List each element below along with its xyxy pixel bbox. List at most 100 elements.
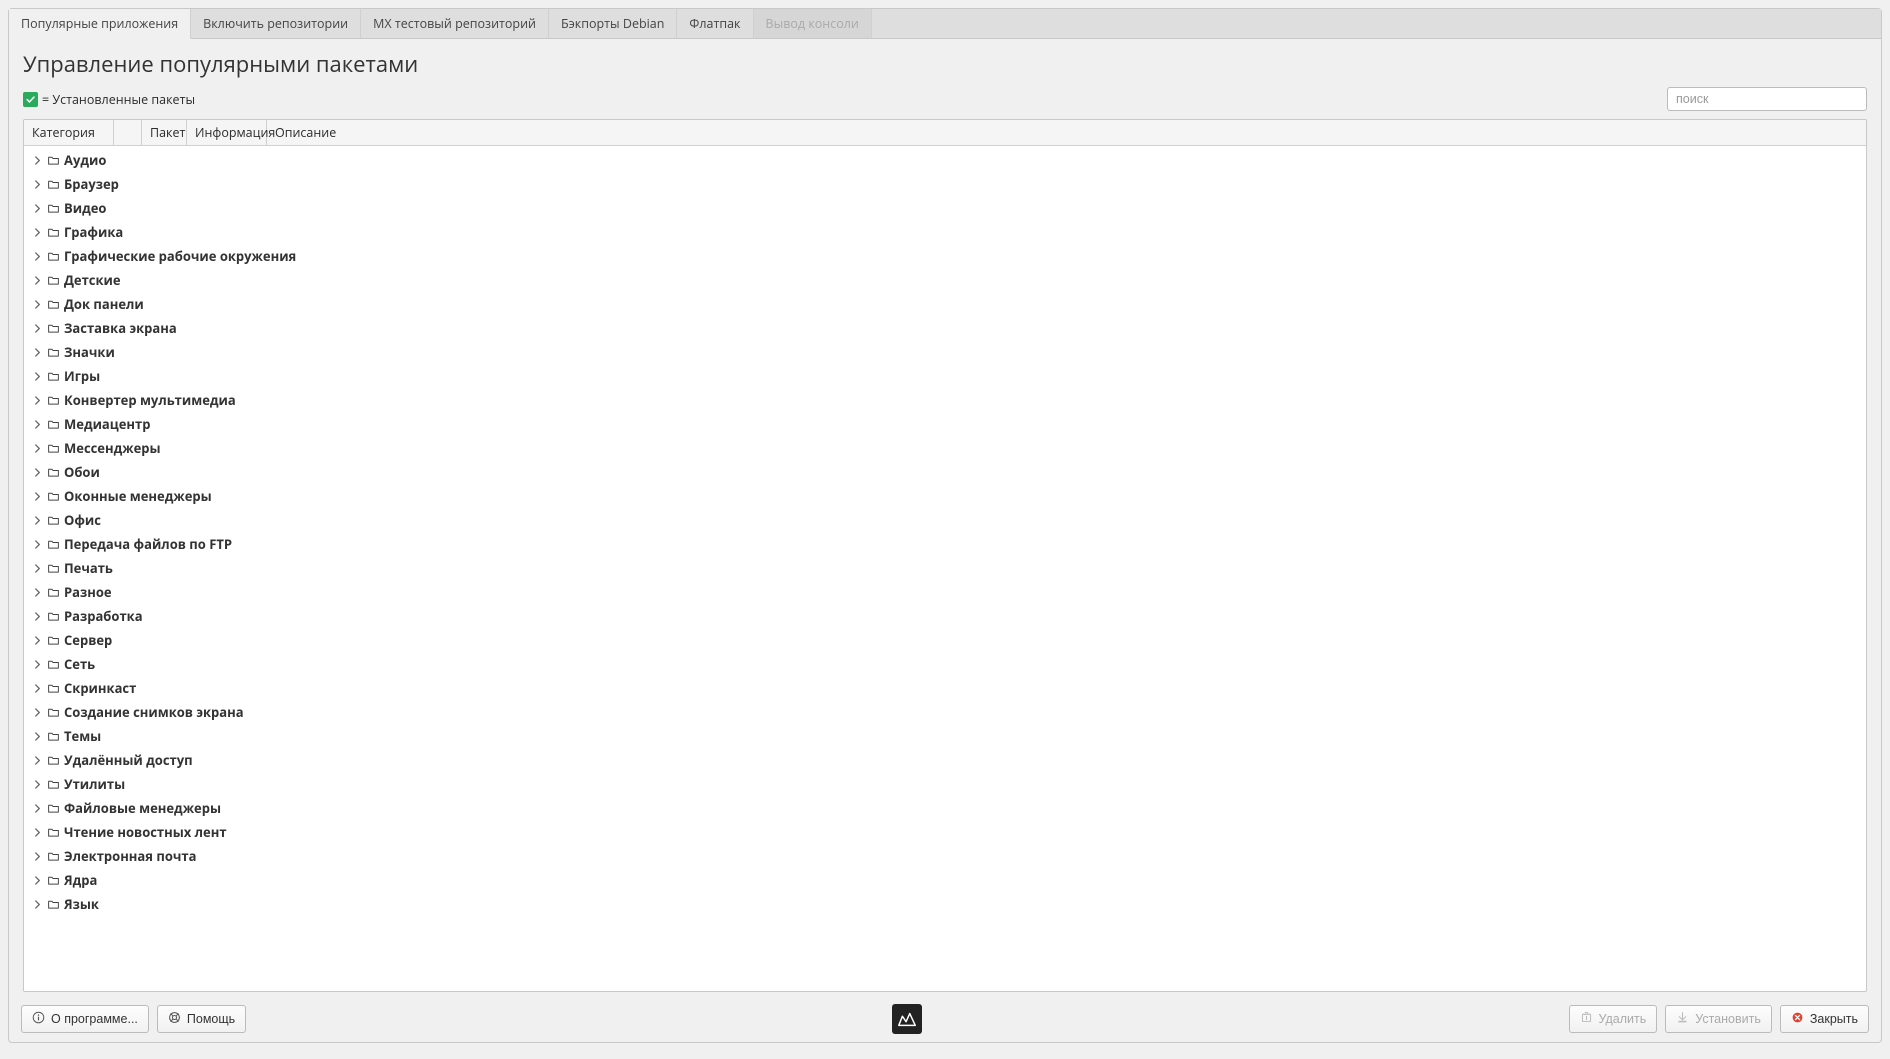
chevron-right-icon xyxy=(32,204,42,213)
category-row[interactable]: Ядра xyxy=(24,868,1866,892)
folder-icon xyxy=(46,226,60,239)
category-row[interactable]: Скринкаст xyxy=(24,676,1866,700)
category-label: Мессенджеры xyxy=(64,438,161,458)
chevron-right-icon xyxy=(32,540,42,549)
tab-включить-репозитории[interactable]: Включить репозитории xyxy=(191,9,361,38)
close-button[interactable]: Закрыть xyxy=(1780,1005,1869,1033)
chevron-right-icon xyxy=(32,324,42,333)
chevron-right-icon xyxy=(32,636,42,645)
column-category[interactable]: Категория xyxy=(24,120,114,145)
category-row[interactable]: Электронная почта xyxy=(24,844,1866,868)
category-label: Темы xyxy=(64,726,101,746)
category-row[interactable]: Утилиты xyxy=(24,772,1866,796)
category-label: Графические рабочие окружения xyxy=(64,246,296,266)
category-row[interactable]: Конвертер мультимедиа xyxy=(24,388,1866,412)
category-label: Значки xyxy=(64,342,115,362)
category-label: Удалённый доступ xyxy=(64,750,193,770)
category-row[interactable]: Обои xyxy=(24,460,1866,484)
tab-флатпак[interactable]: Флатпак xyxy=(677,9,753,38)
column-blank[interactable] xyxy=(114,120,142,145)
main-window: Популярные приложенияВключить репозитори… xyxy=(8,8,1882,1043)
category-label: Оконные менеджеры xyxy=(64,486,212,506)
category-row[interactable]: Сеть xyxy=(24,652,1866,676)
search-input[interactable] xyxy=(1667,87,1867,111)
chevron-right-icon xyxy=(32,516,42,525)
category-label: Сервер xyxy=(64,630,112,650)
category-row[interactable]: Разное xyxy=(24,580,1866,604)
category-row[interactable]: Графические рабочие окружения xyxy=(24,244,1866,268)
column-description[interactable]: Описание xyxy=(267,120,1866,145)
category-row[interactable]: Игры xyxy=(24,364,1866,388)
category-row[interactable]: Язык xyxy=(24,892,1866,916)
category-label: Игры xyxy=(64,366,100,386)
tab-mx-тестовый-репозиторий[interactable]: MX тестовый репозиторий xyxy=(361,9,549,38)
chevron-right-icon xyxy=(32,588,42,597)
about-button[interactable]: О программе... xyxy=(21,1005,149,1033)
folder-icon xyxy=(46,298,60,311)
folder-icon xyxy=(46,178,60,191)
category-row[interactable]: Офис xyxy=(24,508,1866,532)
help-label: Помощь xyxy=(187,1012,235,1026)
category-row[interactable]: Удалённый доступ xyxy=(24,748,1866,772)
chevron-right-icon xyxy=(32,156,42,165)
chevron-right-icon xyxy=(32,420,42,429)
category-row[interactable]: Сервер xyxy=(24,628,1866,652)
install-button[interactable]: Установить xyxy=(1665,1005,1772,1033)
category-row[interactable]: Графика xyxy=(24,220,1866,244)
folder-icon xyxy=(46,850,60,863)
category-row[interactable]: Мессенджеры xyxy=(24,436,1866,460)
category-row[interactable]: Детские xyxy=(24,268,1866,292)
tab-популярные-приложения[interactable]: Популярные приложения xyxy=(9,9,191,39)
category-label: Скринкаст xyxy=(64,678,136,698)
column-info[interactable]: Информация xyxy=(187,120,267,145)
uninstall-button[interactable]: Удалить xyxy=(1569,1005,1658,1033)
category-label: Сеть xyxy=(64,654,95,674)
category-label: Детские xyxy=(64,270,121,290)
chevron-right-icon xyxy=(32,876,42,885)
column-package[interactable]: Пакет xyxy=(142,120,187,145)
category-row[interactable]: Печать xyxy=(24,556,1866,580)
folder-icon xyxy=(46,322,60,335)
category-label: Создание снимков экрана xyxy=(64,702,244,722)
close-icon xyxy=(1791,1011,1804,1027)
category-row[interactable]: Создание снимков экрана xyxy=(24,700,1866,724)
chevron-right-icon xyxy=(32,828,42,837)
category-row[interactable]: Файловые менеджеры xyxy=(24,796,1866,820)
page-title: Управление популярными пакетами xyxy=(23,49,1867,79)
category-row[interactable]: Док панели xyxy=(24,292,1866,316)
install-label: Установить xyxy=(1695,1012,1761,1026)
chevron-right-icon xyxy=(32,852,42,861)
chevron-right-icon xyxy=(32,300,42,309)
category-row[interactable]: Медиацентр xyxy=(24,412,1866,436)
footer-bar: О программе... Помощь Удалить Установить xyxy=(9,996,1881,1042)
lifebuoy-icon xyxy=(168,1011,181,1027)
chevron-right-icon xyxy=(32,468,42,477)
category-row[interactable]: Аудио xyxy=(24,148,1866,172)
category-label: Разработка xyxy=(64,606,143,626)
category-label: Разное xyxy=(64,582,112,602)
package-tree: Категория Пакет Информация Описание Ауди… xyxy=(23,119,1867,992)
category-label: Обои xyxy=(64,462,100,482)
category-row[interactable]: Браузер xyxy=(24,172,1866,196)
category-row[interactable]: Чтение новостных лент xyxy=(24,820,1866,844)
tree-header: Категория Пакет Информация Описание xyxy=(24,120,1866,146)
category-label: Язык xyxy=(64,894,99,914)
tree-body[interactable]: АудиоБраузерВидеоГрафикаГрафические рабо… xyxy=(24,146,1866,991)
category-row[interactable]: Оконные менеджеры xyxy=(24,484,1866,508)
category-label: Видео xyxy=(64,198,106,218)
tab-бэкпорты-debian[interactable]: Бэкпорты Debian xyxy=(549,9,677,38)
category-label: Утилиты xyxy=(64,774,125,794)
legend-text: = Установленные пакеты xyxy=(42,91,195,108)
help-button[interactable]: Помощь xyxy=(157,1005,246,1033)
category-row[interactable]: Значки xyxy=(24,340,1866,364)
folder-icon xyxy=(46,418,60,431)
category-row[interactable]: Темы xyxy=(24,724,1866,748)
category-row[interactable]: Заставка экрана xyxy=(24,316,1866,340)
chevron-right-icon xyxy=(32,900,42,909)
mx-logo-icon xyxy=(892,1004,922,1034)
category-row[interactable]: Видео xyxy=(24,196,1866,220)
category-row[interactable]: Передача файлов по FTP xyxy=(24,532,1866,556)
category-label: Док панели xyxy=(64,294,144,314)
category-row[interactable]: Разработка xyxy=(24,604,1866,628)
chevron-right-icon xyxy=(32,780,42,789)
